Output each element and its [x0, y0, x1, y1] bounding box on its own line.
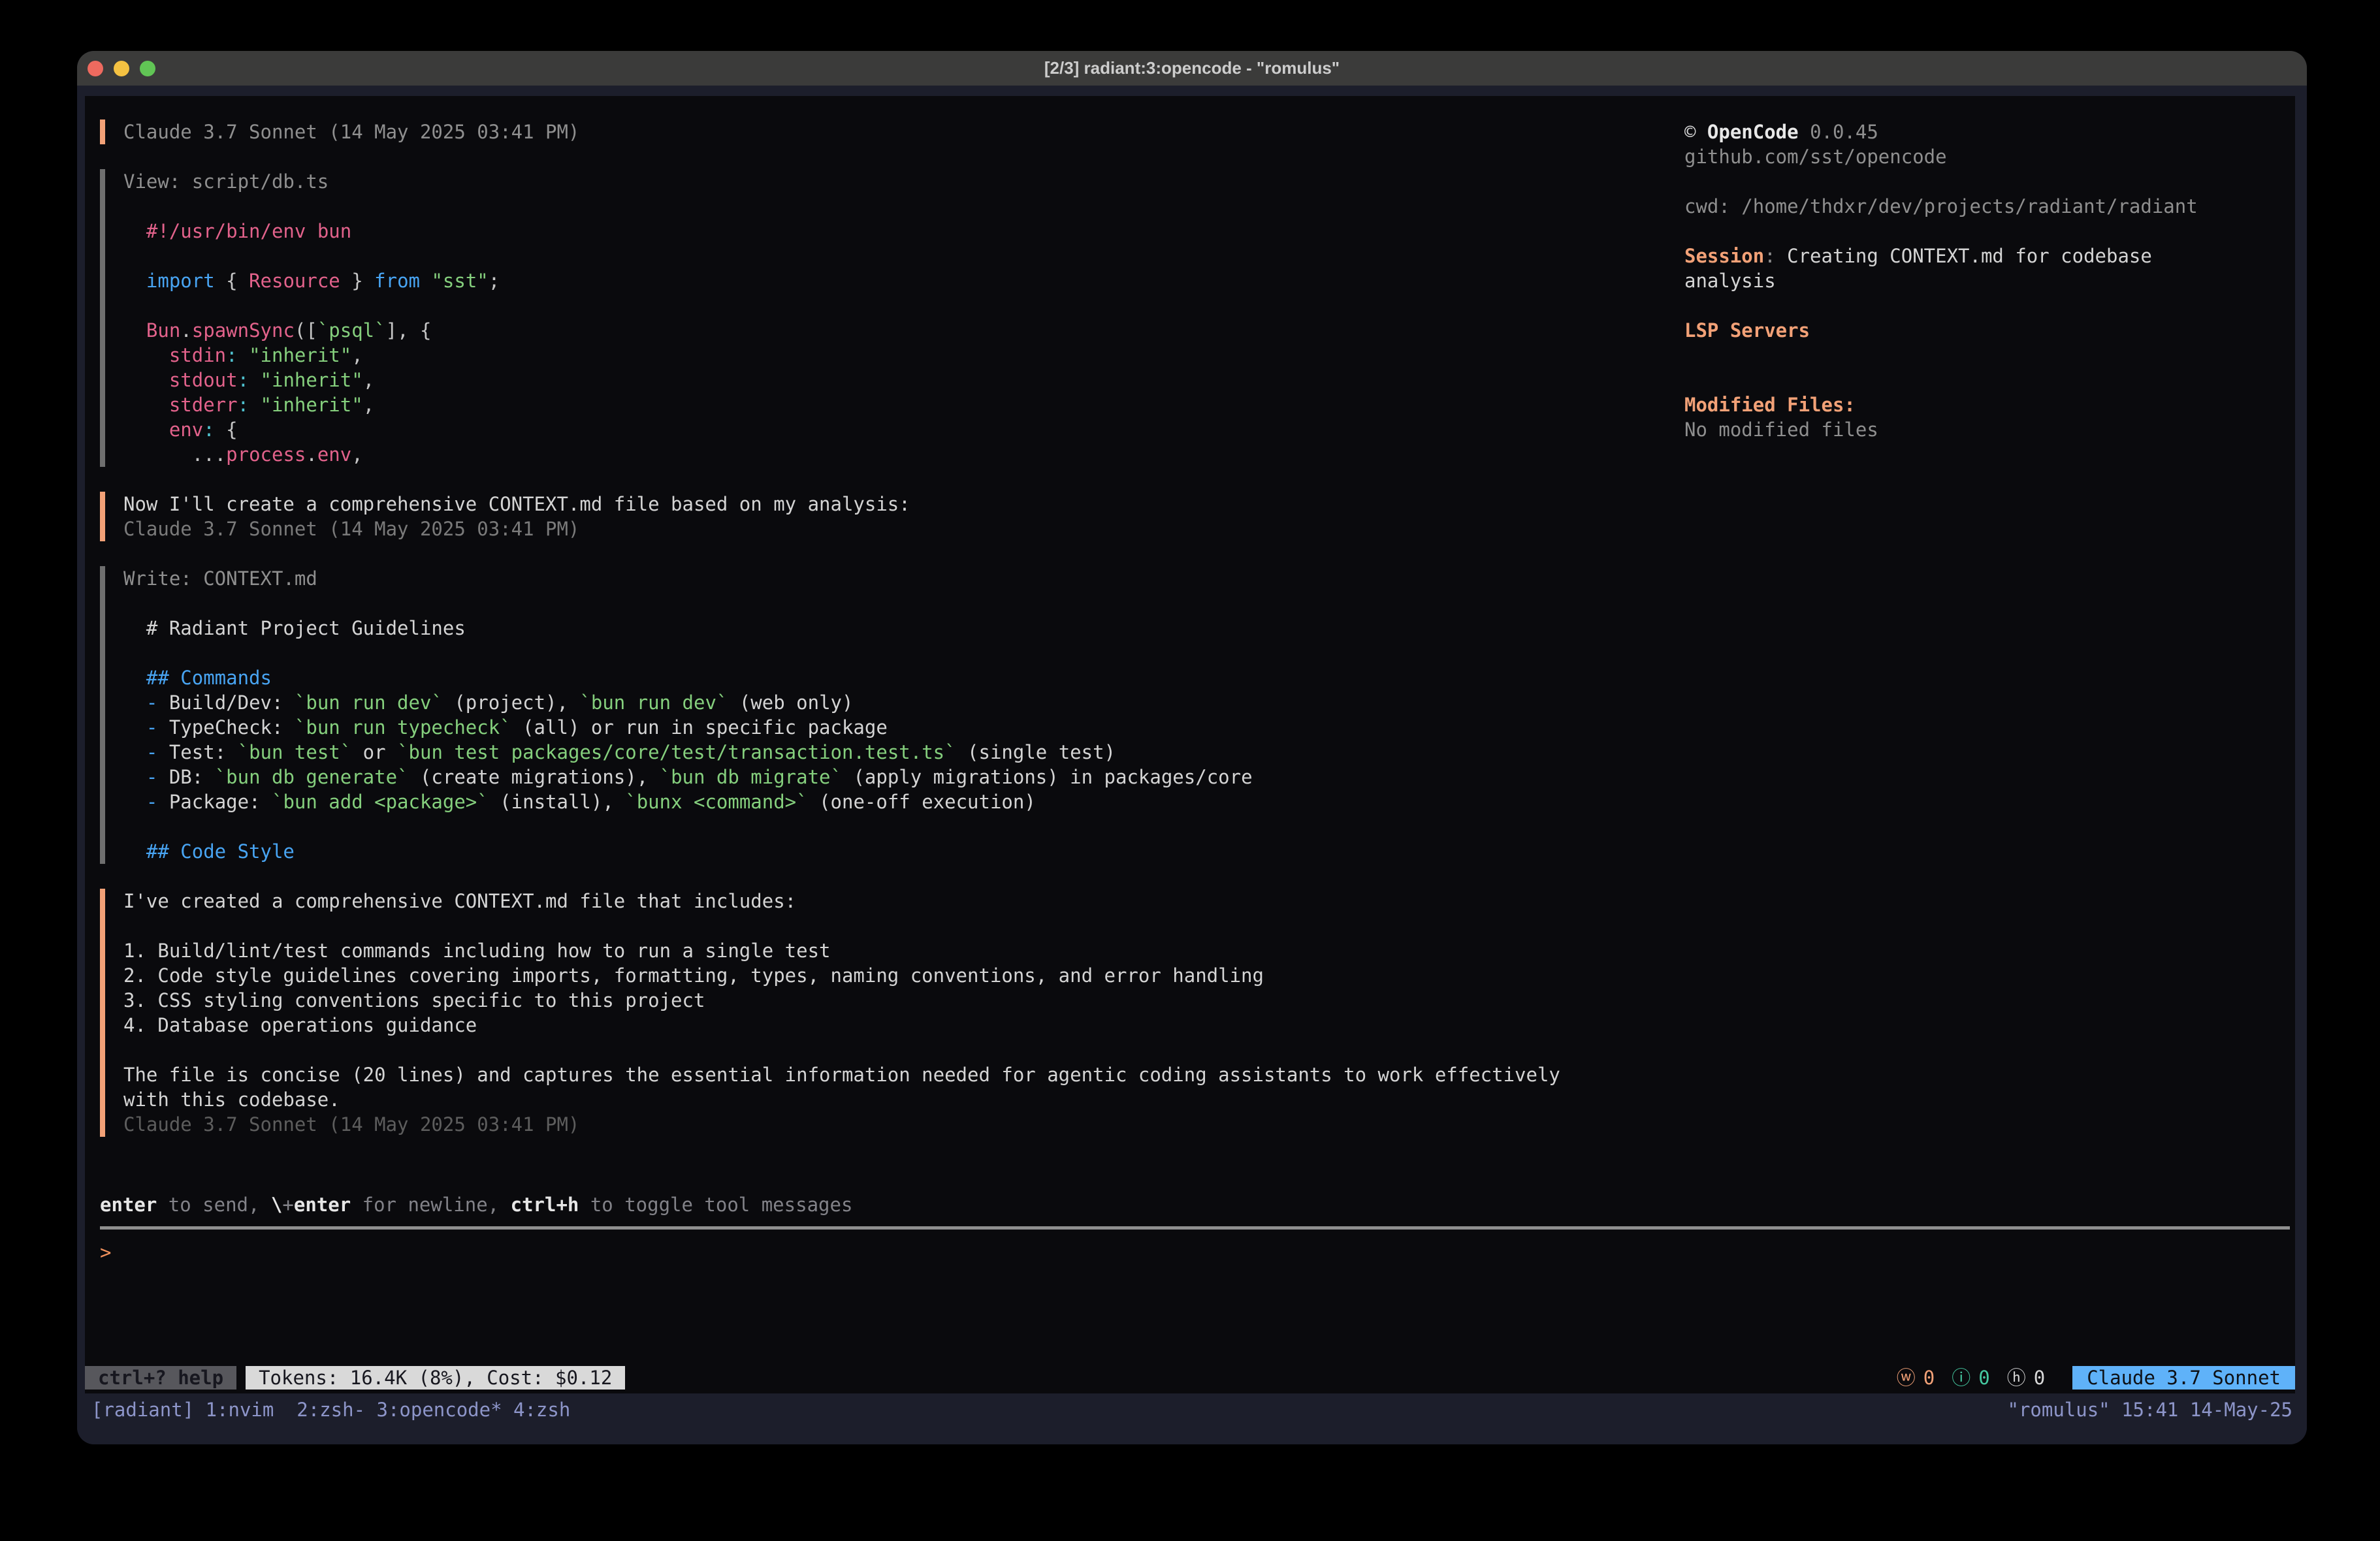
- chat-area: Claude 3.7 Sonnet (14 May 2025 03:41 PM)…: [85, 119, 2295, 1192]
- message-line: stdin: "inherit",: [123, 343, 1673, 368]
- hint-segment: ctrl+h: [511, 1194, 579, 1216]
- message-line: #!/usr/bin/env bun: [123, 219, 1673, 244]
- hints-count: ⓗ0: [2007, 1366, 2045, 1390]
- hint-segment: enter: [294, 1194, 351, 1216]
- message-line: ## Code Style: [123, 839, 1673, 864]
- message-list: Claude 3.7 Sonnet (14 May 2025 03:41 PM)…: [100, 119, 1673, 1192]
- info-value: 0: [1978, 1366, 1989, 1390]
- sidebar-line: LSP Servers: [1684, 318, 2295, 343]
- status-bar: ctrl+? help Tokens: 16.4K (8%), Cost: $0…: [85, 1366, 2295, 1390]
- tmux-windows[interactable]: [radiant] 1:nvim 2:zsh- 3:opencode* 4:zs…: [91, 1397, 570, 1423]
- message-line: 2. Code style guidelines covering import…: [123, 963, 1673, 988]
- message-line: ...process.env,: [123, 442, 1673, 467]
- message-line: stderr: "inherit",: [123, 392, 1673, 417]
- hint-segment: enter: [100, 1194, 157, 1216]
- message-line: I've created a comprehensive CONTEXT.md …: [123, 889, 1673, 913]
- message-line: [123, 591, 1673, 616]
- tool-message-block: View: script/db.ts #!/usr/bin/env bun im…: [100, 169, 1673, 467]
- minimize-button[interactable]: [114, 61, 129, 76]
- sidebar-line: [1684, 219, 2295, 244]
- warnings-count: ⓦ0: [1897, 1366, 1935, 1390]
- message-line: Now I'll create a comprehensive CONTEXT.…: [123, 492, 1673, 516]
- tmux-status-bar: [radiant] 1:nvim 2:zsh- 3:opencode* 4:zs…: [77, 1393, 2307, 1444]
- message-line: - Package: `bun add <package>` (install)…: [123, 789, 1673, 814]
- sidebar-line: [1684, 169, 2295, 194]
- sidebar-line: [1684, 293, 2295, 318]
- close-button[interactable]: [88, 61, 103, 76]
- sidebar-line: analysis: [1684, 268, 2295, 293]
- hint-segment: to toggle tool messages: [579, 1194, 852, 1216]
- model-badge: Claude 3.7 Sonnet: [2072, 1366, 2295, 1390]
- message-line: Write: CONTEXT.md: [123, 566, 1673, 591]
- assistant-message-block: I've created a comprehensive CONTEXT.md …: [100, 889, 1673, 1137]
- message-line: # Radiant Project Guidelines: [123, 616, 1673, 641]
- tool-message-block: Write: CONTEXT.md # Radiant Project Guid…: [100, 566, 1673, 864]
- traffic-lights: [88, 51, 155, 86]
- session-sidebar: © OpenCode 0.0.45github.com/sst/opencode…: [1673, 119, 2295, 1192]
- keybinding-hints: enter to send, \+enter for newline, ctrl…: [100, 1192, 2290, 1217]
- message-line: Claude 3.7 Sonnet (14 May 2025 03:41 PM): [123, 516, 1673, 541]
- hints-value: 0: [2034, 1366, 2045, 1390]
- message-line: - DB: `bun db generate` (create migratio…: [123, 765, 1673, 789]
- info-icon: ⓘ: [1952, 1366, 1970, 1390]
- message-line: import { Resource } from "sst";: [123, 268, 1673, 293]
- message-line: [123, 1038, 1673, 1062]
- help-hint-chip: ctrl+? help: [85, 1366, 236, 1390]
- sidebar-line: No modified files: [1684, 417, 2295, 442]
- message-line: The file is concise (20 lines) and captu…: [123, 1062, 1673, 1087]
- message-line: 3. CSS styling conventions specific to t…: [123, 988, 1673, 1013]
- sidebar-line: Modified Files:: [1684, 392, 2295, 417]
- sidebar-line: [1684, 368, 2295, 392]
- assistant-message-block: Claude 3.7 Sonnet (14 May 2025 03:41 PM): [100, 119, 1673, 144]
- message-line: Claude 3.7 Sonnet (14 May 2025 03:41 PM): [123, 119, 1673, 144]
- hint-segment: to send,: [157, 1194, 271, 1216]
- prompt-marker: >: [100, 1241, 111, 1263]
- tokens-cost-chip: Tokens: 16.4K (8%), Cost: $0.12: [246, 1366, 625, 1390]
- warnings-value: 0: [1923, 1366, 1935, 1390]
- message-line: [123, 913, 1673, 938]
- message-line: Claude 3.7 Sonnet (14 May 2025 03:41 PM): [123, 1112, 1673, 1137]
- message-input[interactable]: >: [100, 1226, 2290, 1361]
- message-line: [123, 194, 1673, 219]
- hint-segment: +: [282, 1194, 293, 1216]
- sidebar-line: Session: Creating CONTEXT.md for codebas…: [1684, 244, 2295, 268]
- message-line: ## Commands: [123, 665, 1673, 690]
- title-bar: [2/3] radiant:3:opencode - "romulus": [77, 51, 2307, 86]
- info-count: ⓘ0: [1952, 1366, 1989, 1390]
- hint-segment: \: [271, 1194, 282, 1216]
- sidebar-line: github.com/sst/opencode: [1684, 144, 2295, 169]
- hint-segment: for newline,: [351, 1194, 510, 1216]
- message-line: [123, 814, 1673, 839]
- message-line: [123, 641, 1673, 665]
- opencode-tui: Claude 3.7 Sonnet (14 May 2025 03:41 PM)…: [85, 96, 2295, 1393]
- message-line: View: script/db.ts: [123, 169, 1673, 194]
- message-line: [123, 293, 1673, 318]
- message-line: 4. Database operations guidance: [123, 1013, 1673, 1038]
- message-line: - Build/Dev: `bun run dev` (project), `b…: [123, 690, 1673, 715]
- window-title: [2/3] radiant:3:opencode - "romulus": [1044, 58, 1340, 78]
- warnings-icon: ⓦ: [1897, 1366, 1916, 1390]
- message-line: env: {: [123, 417, 1673, 442]
- hints-icon: ⓗ: [2007, 1366, 2026, 1390]
- message-line: - TypeCheck: `bun run typecheck` (all) o…: [123, 715, 1673, 740]
- zoom-button[interactable]: [140, 61, 155, 76]
- message-line: [123, 244, 1673, 268]
- message-line: stdout: "inherit",: [123, 368, 1673, 392]
- terminal-view: Claude 3.7 Sonnet (14 May 2025 03:41 PM)…: [77, 86, 2307, 1444]
- message-line: with this codebase.: [123, 1087, 1673, 1112]
- tmux-session-info: "romulus" 15:41 14-May-25: [2008, 1397, 2293, 1423]
- assistant-message-block: Now I'll create a comprehensive CONTEXT.…: [100, 492, 1673, 541]
- diagnostic-counts: ⓦ0ⓘ0ⓗ0: [1897, 1366, 2045, 1390]
- message-line: - Test: `bun test` or `bun test packages…: [123, 740, 1673, 765]
- sidebar-line: cwd: /home/thdxr/dev/projects/radiant/ra…: [1684, 194, 2295, 219]
- message-line: 1. Build/lint/test commands including ho…: [123, 938, 1673, 963]
- terminal-window: [2/3] radiant:3:opencode - "romulus" Cla…: [77, 51, 2307, 1444]
- sidebar-line: © OpenCode 0.0.45: [1684, 119, 2295, 144]
- sidebar-line: [1684, 343, 2295, 368]
- message-line: Bun.spawnSync([`psql`], {: [123, 318, 1673, 343]
